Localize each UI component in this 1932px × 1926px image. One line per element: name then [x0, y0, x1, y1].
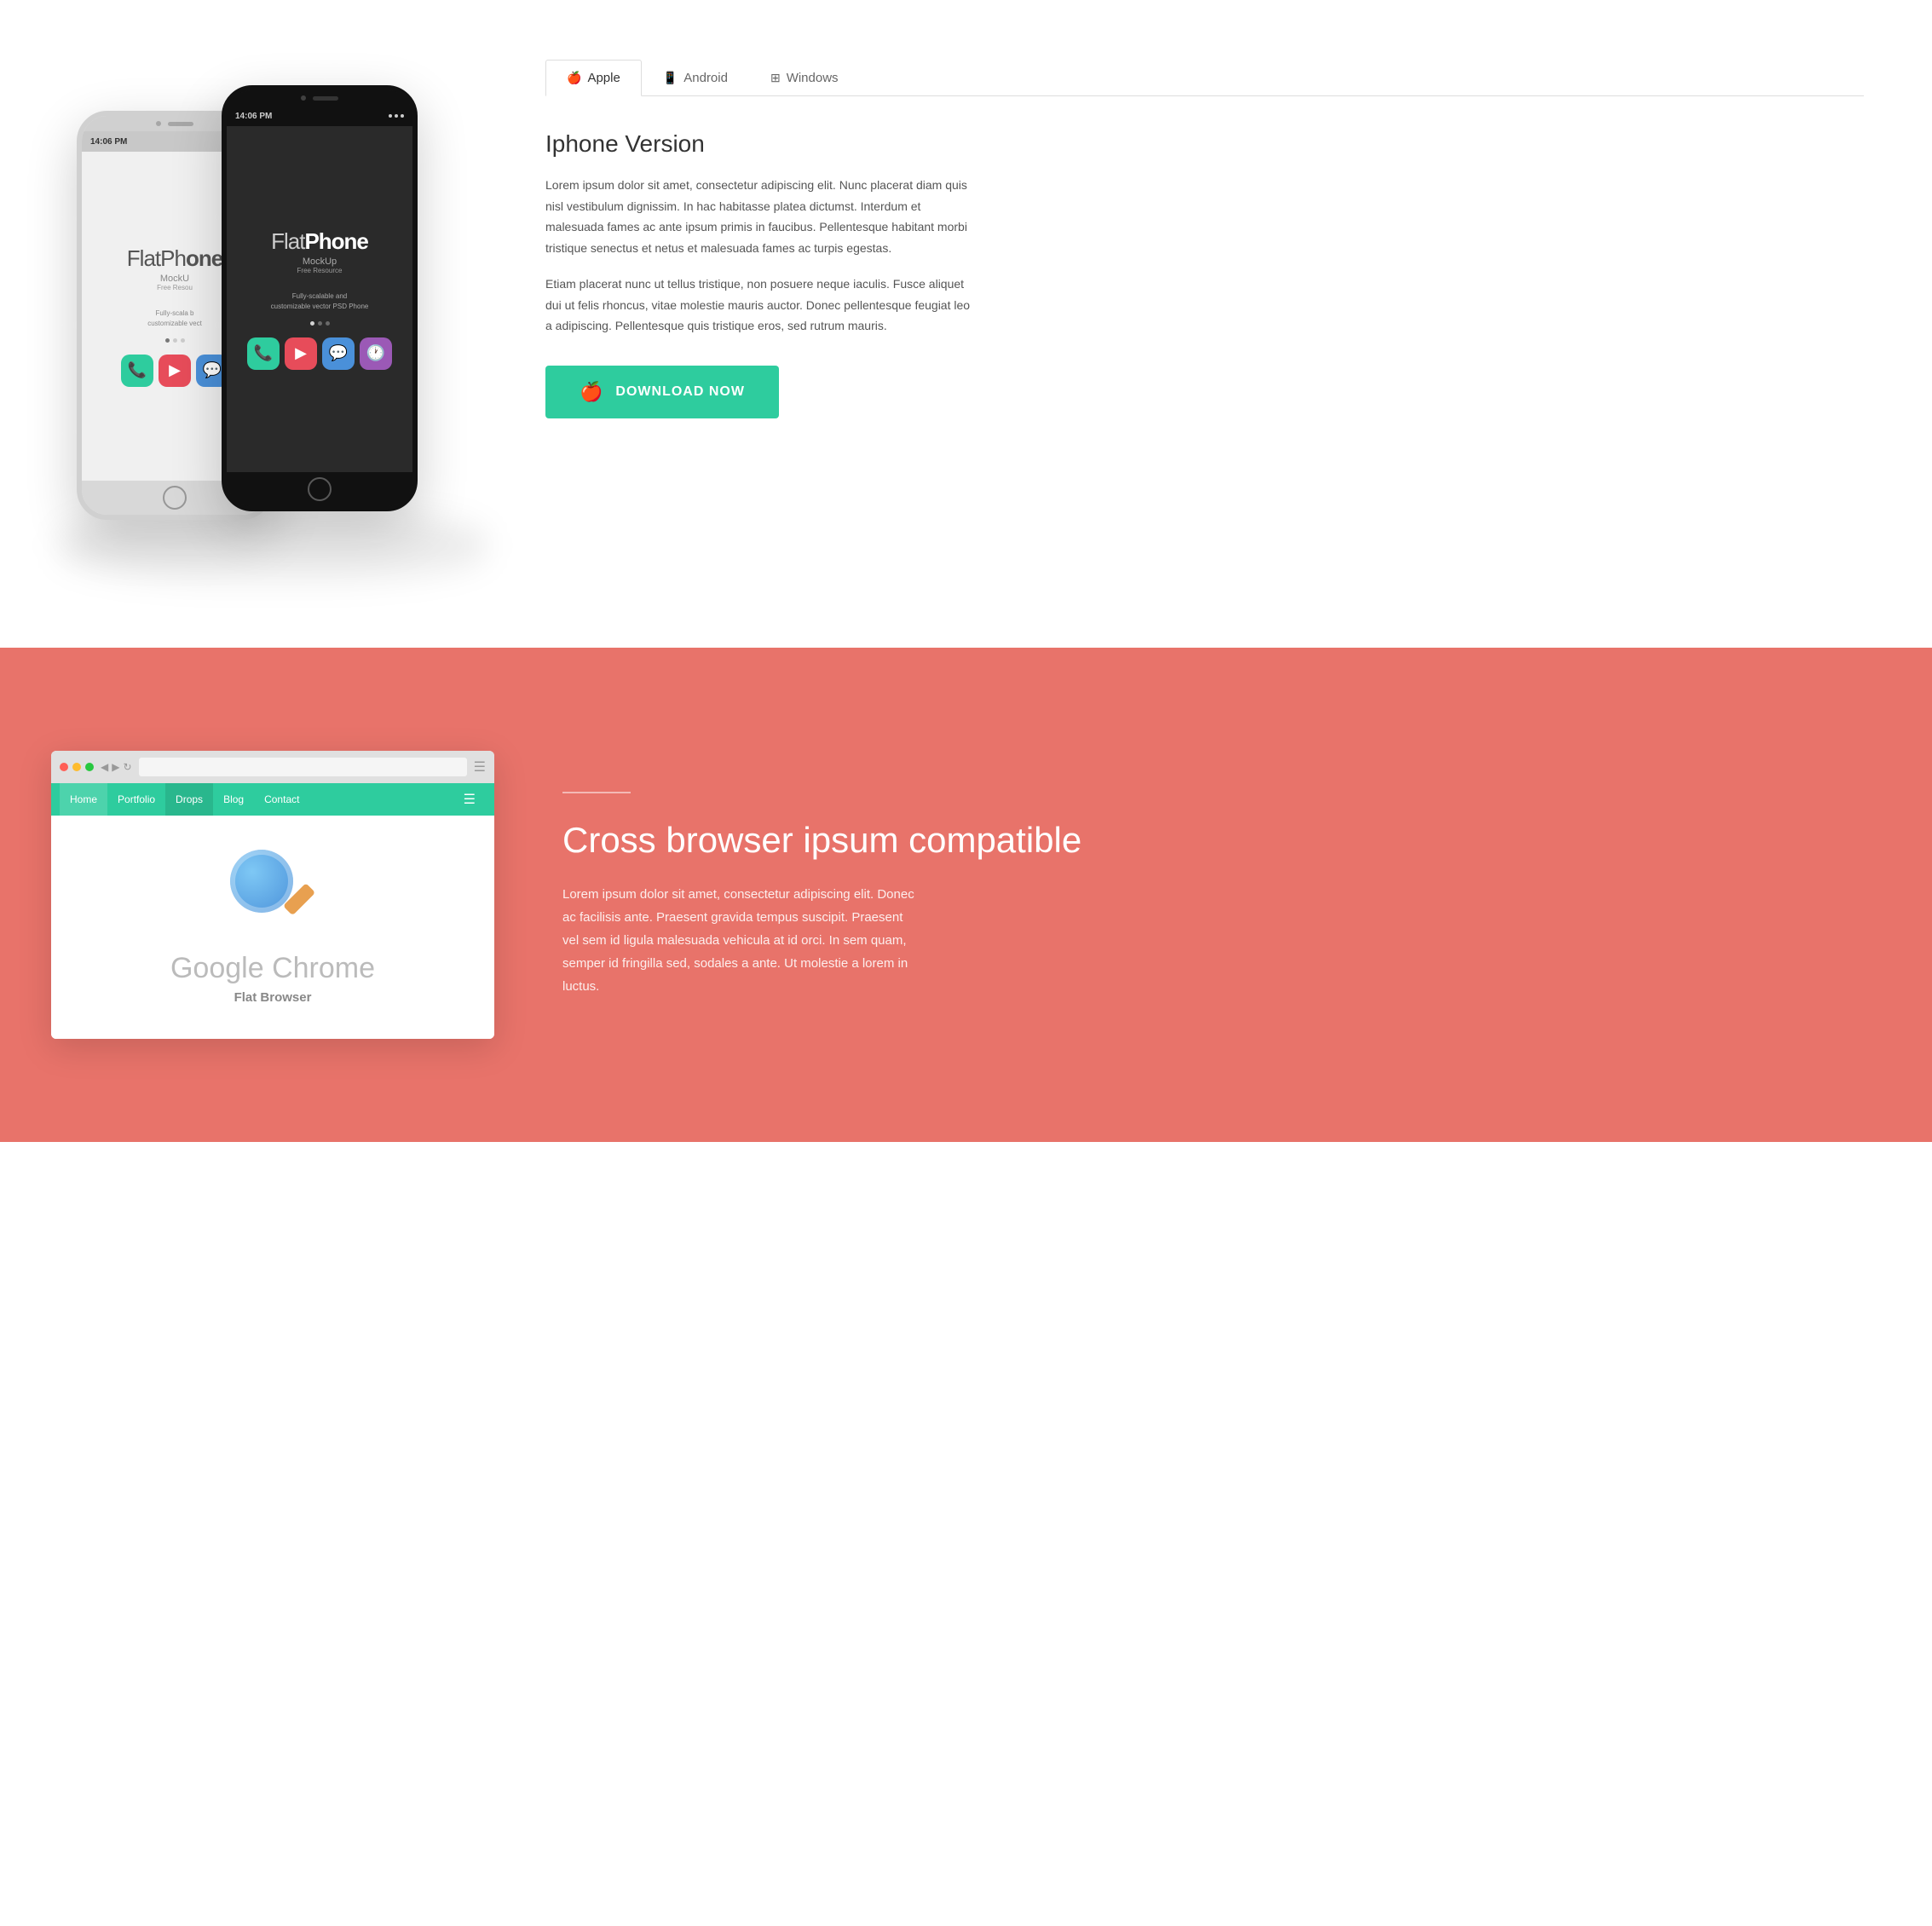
phone-subtitle-white: MockU	[160, 274, 189, 284]
signal-dot-b2	[395, 114, 398, 118]
phone-subtitle2-black: Free Resource	[297, 267, 343, 274]
browser-content: Google Chrome Flat Browser	[51, 816, 494, 1039]
browser-nav-arrows: ◀ ▶ ↻	[101, 761, 132, 773]
home-button-white	[163, 486, 187, 510]
home-button-black	[308, 477, 332, 501]
download-button[interactable]: 🍎 DOWNLOAD NOW	[545, 366, 779, 418]
phone-dots-white	[165, 338, 185, 343]
tab-windows-label: Windows	[787, 71, 839, 85]
tab-apple[interactable]: 🍎 Apple	[545, 60, 642, 96]
content-paragraph-1: Lorem ipsum dolor sit amet, consectetur …	[545, 175, 972, 258]
battery-indicator-b	[401, 114, 404, 118]
browser-traffic-lights	[60, 763, 94, 771]
content-paragraph-2: Etiam placerat nunc ut tellus tristique,…	[545, 274, 972, 337]
section-title: Iphone Version	[545, 130, 1864, 158]
bottom-title: Cross browser ipsum compatible	[562, 819, 1864, 862]
browser-app-title: Google Chrome	[170, 952, 375, 985]
bottom-divider	[562, 792, 631, 793]
speaker-white	[168, 122, 193, 126]
flat-text-black: Flat	[271, 228, 304, 254]
forward-arrow-icon[interactable]: ▶	[112, 761, 119, 773]
browser-menu-icon[interactable]: ☰	[474, 758, 486, 776]
tab-windows[interactable]: ⊞ Windows	[749, 60, 860, 96]
hamburger-icon[interactable]: ☰	[453, 783, 486, 816]
download-apple-icon: 🍎	[580, 381, 603, 403]
phone-desc-line1-black: Fully-scalable and	[292, 292, 347, 300]
phone-desc-line2-white: customizable vect	[147, 320, 202, 327]
close-dot[interactable]	[60, 763, 68, 771]
phones-container: 14:06 PM FlatPhone MockU Free Resou Full…	[51, 51, 494, 580]
top-section: 14:06 PM FlatPhone MockU Free Resou Full…	[0, 0, 1932, 648]
app-icon-play-black: ▶	[285, 337, 317, 370]
flat-text-white: FlatPh	[127, 245, 186, 271]
app-icons-black: 📞 ▶ 💬 🕐	[242, 337, 397, 370]
phone-subtitle2-white: Free Resou	[157, 284, 193, 291]
tab-apple-label: Apple	[587, 71, 620, 85]
phone-text-bold-white: one	[186, 245, 222, 271]
app-icon-clock-black: 🕐	[360, 337, 392, 370]
phone-subtitle-black: MockUp	[303, 257, 337, 267]
tab-android[interactable]: 📱 Android	[642, 60, 749, 96]
phone-desc-line1-white: Fully-scala b	[156, 309, 194, 317]
camera-white	[156, 121, 161, 126]
phone-desc-black: Fully-scalable and customizable vector P…	[271, 291, 369, 310]
signal-dot-b1	[389, 114, 392, 118]
app-icon-phone-black: 📞	[247, 337, 280, 370]
app-icons-white: 📞 ▶ 💬	[116, 355, 234, 387]
refresh-icon[interactable]: ↻	[123, 761, 131, 773]
bottom-text: Lorem ipsum dolor sit amet, consectetur …	[562, 883, 920, 998]
bottom-section: ◀ ▶ ↻ ☰ Home Portfolio Drops Blog Contac…	[0, 648, 1932, 1142]
browser-navbar: Home Portfolio Drops Blog Contact ☰	[51, 783, 494, 816]
back-arrow-icon[interactable]: ◀	[101, 761, 108, 773]
search-illustration	[230, 850, 315, 935]
status-icons-black	[389, 114, 404, 118]
browser-app-subtitle: Flat Browser	[234, 990, 312, 1005]
dot2	[173, 338, 177, 343]
status-bar-black: 14:06 PM	[227, 106, 412, 126]
bdot1	[310, 321, 314, 326]
address-bar[interactable]	[139, 758, 467, 776]
phone-screen-black: FlatPhone MockUp Free Resource Fully-sca…	[227, 126, 412, 472]
app-icon-play-white: ▶	[159, 355, 191, 387]
bdot3	[326, 321, 330, 326]
platform-tabs: 🍎 Apple 📱 Android ⊞ Windows	[545, 60, 1864, 96]
nav-item-blog[interactable]: Blog	[213, 783, 254, 816]
time-black: 14:06 PM	[235, 112, 272, 121]
phones-shadow	[60, 511, 486, 580]
phone-black: 14:06 PM FlatPhone MockUp Free Resource …	[222, 85, 418, 511]
browser-chrome-bar: ◀ ▶ ↻ ☰	[51, 751, 494, 783]
right-side: 🍎 Apple 📱 Android ⊞ Windows Iphone Versi…	[494, 51, 1864, 418]
tab-android-label: Android	[683, 71, 728, 85]
nav-item-portfolio[interactable]: Portfolio	[107, 783, 165, 816]
phone-title-black: FlatPhone	[271, 228, 368, 255]
browser-mockup: ◀ ▶ ↻ ☰ Home Portfolio Drops Blog Contac…	[51, 751, 494, 1039]
android-tab-icon: 📱	[663, 71, 678, 85]
phone-desc-line2-black: customizable vector PSD Phone	[271, 303, 369, 310]
phone-title-white: FlatPhone	[127, 245, 222, 272]
windows-tab-icon: ⊞	[770, 71, 781, 85]
app-icon-phone-white: 📞	[121, 355, 153, 387]
time-white: 14:06 PM	[90, 137, 127, 147]
minimize-dot[interactable]	[72, 763, 81, 771]
apple-tab-icon: 🍎	[567, 71, 581, 85]
phone-desc-white: Fully-scala b customizable vect	[147, 309, 202, 327]
phone-dots-black	[310, 321, 330, 326]
nav-item-home[interactable]: Home	[60, 783, 107, 816]
dot3	[181, 338, 185, 343]
camera-black	[301, 95, 306, 101]
app-icon-chat-black: 💬	[322, 337, 355, 370]
speaker-black	[313, 96, 338, 101]
bottom-right-content: Cross browser ipsum compatible Lorem ips…	[562, 792, 1864, 997]
maximize-dot[interactable]	[85, 763, 94, 771]
search-lens-circle	[230, 850, 293, 913]
nav-item-contact[interactable]: Contact	[254, 783, 309, 816]
phone-top-bar-black	[227, 90, 412, 106]
phone-home-black	[227, 472, 412, 506]
download-label: DOWNLOAD NOW	[615, 384, 745, 400]
phone-text-bold-black: Phone	[304, 228, 367, 254]
nav-item-drops[interactable]: Drops	[165, 783, 213, 816]
dot1	[165, 338, 170, 343]
bdot2	[318, 321, 322, 326]
